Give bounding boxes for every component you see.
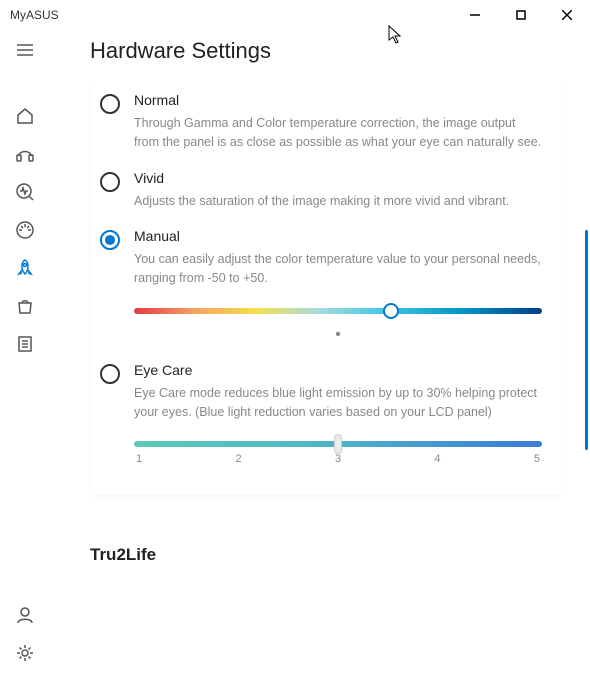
home-icon[interactable]: [15, 106, 35, 126]
app-title: MyASUS: [10, 8, 452, 22]
radio-manual[interactable]: [100, 230, 120, 250]
rocket-icon[interactable]: [15, 258, 35, 278]
option-manual[interactable]: Manual You can easily adjust the color t…: [100, 228, 542, 344]
document-icon[interactable]: [15, 334, 35, 354]
display-mode-card: Normal Through Gamma and Color temperatu…: [90, 84, 562, 495]
option-normal[interactable]: Normal Through Gamma and Color temperatu…: [100, 92, 542, 152]
eyecare-ticks: 1 2 3 4 5: [134, 453, 542, 465]
radio-eyecare[interactable]: [100, 364, 120, 384]
content-area: Hardware Settings Normal Through Gamma a…: [50, 30, 590, 681]
minimize-button[interactable]: [452, 0, 498, 30]
radio-vivid[interactable]: [100, 172, 120, 192]
option-normal-label: Normal: [134, 92, 542, 108]
gear-icon[interactable]: [15, 643, 35, 663]
color-track: [134, 308, 542, 314]
window-controls: [452, 0, 590, 30]
dot-indicator: •: [134, 326, 542, 344]
radio-normal[interactable]: [100, 94, 120, 114]
maximize-button[interactable]: [498, 0, 544, 30]
option-normal-desc: Through Gamma and Color temperature corr…: [134, 114, 542, 152]
option-vivid-label: Vivid: [134, 170, 542, 186]
eyecare-slider-thumb[interactable]: [334, 434, 342, 454]
option-vivid[interactable]: Vivid Adjusts the saturation of the imag…: [100, 170, 542, 211]
close-button[interactable]: [544, 0, 590, 30]
option-manual-desc: You can easily adjust the color temperat…: [134, 250, 542, 288]
section-tru2life-title: Tru2Life: [90, 545, 562, 565]
option-manual-label: Manual: [134, 228, 542, 244]
option-vivid-desc: Adjusts the saturation of the image maki…: [134, 192, 542, 211]
color-temperature-slider[interactable]: [134, 308, 542, 314]
bag-icon[interactable]: [15, 296, 35, 316]
user-icon[interactable]: [15, 605, 35, 625]
headset-icon[interactable]: [15, 144, 35, 164]
option-eyecare-label: Eye Care: [134, 362, 542, 378]
scrollbar-thumb[interactable]: [585, 230, 588, 450]
page-title: Hardware Settings: [90, 38, 562, 64]
titlebar: MyASUS: [0, 0, 590, 30]
diagnostics-icon[interactable]: [15, 182, 35, 202]
hamburger-icon[interactable]: [15, 40, 35, 60]
option-eyecare-desc: Eye Care mode reduces blue light emissio…: [134, 384, 542, 422]
sidebar: [0, 30, 50, 681]
color-slider-thumb[interactable]: [383, 303, 399, 319]
eyecare-level-slider[interactable]: [134, 441, 542, 447]
option-eyecare[interactable]: Eye Care Eye Care mode reduces blue ligh…: [100, 362, 542, 466]
dashboard-icon[interactable]: [15, 220, 35, 240]
